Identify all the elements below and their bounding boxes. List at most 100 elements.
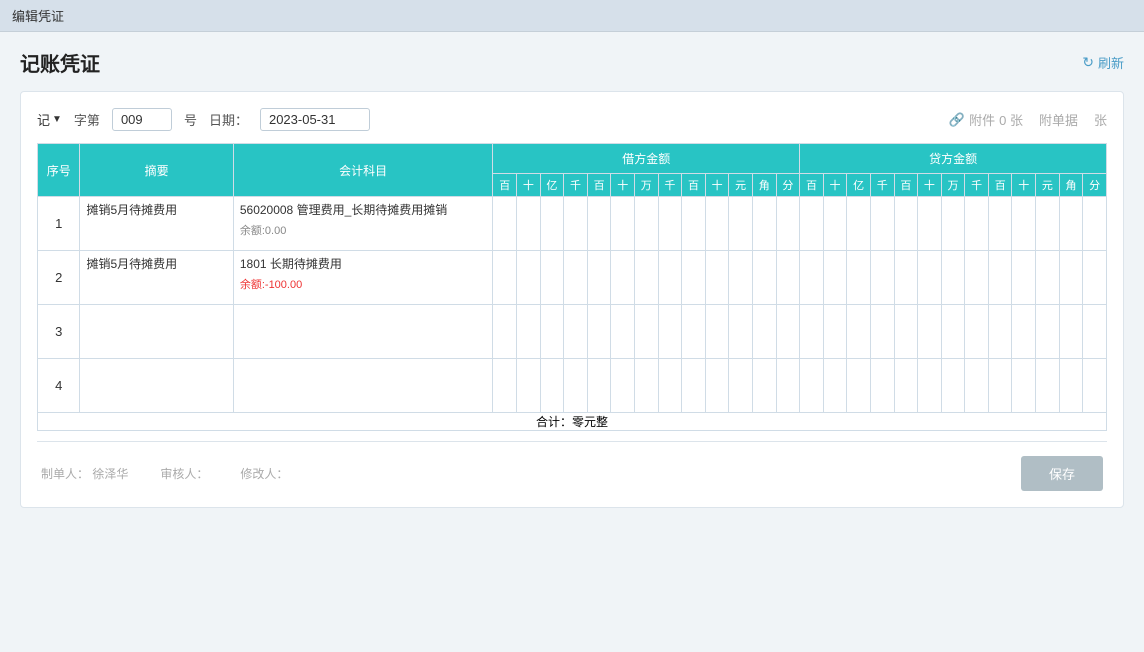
credit-digit-2-2[interactable] <box>847 305 871 359</box>
save-button[interactable]: 保存 <box>1021 456 1103 491</box>
debit-digit-2-0[interactable] <box>493 305 517 359</box>
credit-digit-2-10[interactable] <box>1036 305 1060 359</box>
credit-digit-1-4[interactable] <box>894 251 918 305</box>
credit-digit-2-1[interactable] <box>823 305 847 359</box>
debit-digit-2-12[interactable] <box>776 305 800 359</box>
debit-digit-0-5[interactable] <box>611 197 635 251</box>
debit-digit-3-4[interactable] <box>587 359 611 413</box>
credit-digit-0-1[interactable] <box>823 197 847 251</box>
cell-account-3[interactable] <box>233 359 493 413</box>
debit-digit-1-12[interactable] <box>776 251 800 305</box>
credit-digit-1-6[interactable] <box>941 251 965 305</box>
debit-digit-0-10[interactable] <box>729 197 753 251</box>
debit-digit-0-8[interactable] <box>682 197 706 251</box>
credit-digit-3-12[interactable] <box>1083 359 1107 413</box>
credit-digit-2-5[interactable] <box>918 305 942 359</box>
debit-digit-2-4[interactable] <box>587 305 611 359</box>
debit-digit-3-9[interactable] <box>705 359 729 413</box>
credit-digit-1-12[interactable] <box>1083 251 1107 305</box>
debit-digit-1-7[interactable] <box>658 251 682 305</box>
debit-digit-0-4[interactable] <box>587 197 611 251</box>
credit-digit-1-2[interactable] <box>847 251 871 305</box>
credit-digit-2-4[interactable] <box>894 305 918 359</box>
debit-digit-2-9[interactable] <box>705 305 729 359</box>
credit-digit-3-4[interactable] <box>894 359 918 413</box>
debit-digit-2-1[interactable] <box>517 305 541 359</box>
debit-digit-3-10[interactable] <box>729 359 753 413</box>
credit-digit-2-6[interactable] <box>941 305 965 359</box>
credit-digit-0-4[interactable] <box>894 197 918 251</box>
cell-account-2[interactable] <box>233 305 493 359</box>
credit-digit-0-12[interactable] <box>1083 197 1107 251</box>
debit-digit-3-0[interactable] <box>493 359 517 413</box>
credit-digit-0-7[interactable] <box>965 197 989 251</box>
credit-digit-2-7[interactable] <box>965 305 989 359</box>
cell-seq-3[interactable]: 4 <box>38 359 80 413</box>
cell-seq-2[interactable]: 3 <box>38 305 80 359</box>
credit-digit-2-11[interactable] <box>1059 305 1083 359</box>
debit-digit-3-12[interactable] <box>776 359 800 413</box>
credit-digit-0-9[interactable] <box>1012 197 1036 251</box>
debit-digit-2-11[interactable] <box>752 305 776 359</box>
refresh-button[interactable]: ↻ 刷新 <box>1082 53 1124 72</box>
voucher-type-selector[interactable]: 记 ▼ <box>37 110 62 129</box>
voucher-date-input[interactable] <box>260 108 370 131</box>
cell-account-0[interactable]: 56020008 管理费用_长期待摊费用摊销余额:0.00 <box>233 197 493 251</box>
debit-digit-1-8[interactable] <box>682 251 706 305</box>
credit-digit-3-11[interactable] <box>1059 359 1083 413</box>
credit-digit-3-7[interactable] <box>965 359 989 413</box>
credit-digit-0-0[interactable] <box>800 197 824 251</box>
debit-digit-2-2[interactable] <box>540 305 564 359</box>
debit-digit-2-6[interactable] <box>634 305 658 359</box>
debit-digit-0-6[interactable] <box>634 197 658 251</box>
debit-digit-0-0[interactable] <box>493 197 517 251</box>
debit-digit-2-5[interactable] <box>611 305 635 359</box>
cell-summary-1[interactable]: 摊销5月待摊费用 <box>80 251 233 305</box>
credit-digit-1-7[interactable] <box>965 251 989 305</box>
debit-digit-2-8[interactable] <box>682 305 706 359</box>
credit-digit-1-10[interactable] <box>1036 251 1060 305</box>
debit-digit-0-2[interactable] <box>540 197 564 251</box>
debit-digit-1-3[interactable] <box>564 251 588 305</box>
credit-digit-1-3[interactable] <box>870 251 894 305</box>
credit-digit-1-8[interactable] <box>988 251 1012 305</box>
debit-digit-3-2[interactable] <box>540 359 564 413</box>
debit-digit-3-6[interactable] <box>634 359 658 413</box>
debit-digit-0-1[interactable] <box>517 197 541 251</box>
credit-digit-1-5[interactable] <box>918 251 942 305</box>
debit-digit-1-9[interactable] <box>705 251 729 305</box>
credit-digit-0-3[interactable] <box>870 197 894 251</box>
cell-summary-2[interactable] <box>80 305 233 359</box>
debit-digit-2-3[interactable] <box>564 305 588 359</box>
debit-digit-1-2[interactable] <box>540 251 564 305</box>
credit-digit-3-10[interactable] <box>1036 359 1060 413</box>
cell-seq-1[interactable]: 2 <box>38 251 80 305</box>
credit-digit-3-3[interactable] <box>870 359 894 413</box>
credit-digit-3-6[interactable] <box>941 359 965 413</box>
credit-digit-0-8[interactable] <box>988 197 1012 251</box>
credit-digit-3-9[interactable] <box>1012 359 1036 413</box>
credit-digit-3-2[interactable] <box>847 359 871 413</box>
credit-digit-0-11[interactable] <box>1059 197 1083 251</box>
credit-digit-3-1[interactable] <box>823 359 847 413</box>
debit-digit-0-9[interactable] <box>705 197 729 251</box>
cell-summary-3[interactable] <box>80 359 233 413</box>
attach-link[interactable]: 🔗 附件 0 张 <box>949 110 1023 129</box>
credit-digit-0-5[interactable] <box>918 197 942 251</box>
debit-digit-1-6[interactable] <box>634 251 658 305</box>
debit-digit-3-11[interactable] <box>752 359 776 413</box>
debit-digit-1-10[interactable] <box>729 251 753 305</box>
credit-digit-1-0[interactable] <box>800 251 824 305</box>
debit-digit-3-7[interactable] <box>658 359 682 413</box>
credit-digit-3-0[interactable] <box>800 359 824 413</box>
cell-account-1[interactable]: 1801 长期待摊费用余额:-100.00 <box>233 251 493 305</box>
credit-digit-3-5[interactable] <box>918 359 942 413</box>
credit-digit-0-6[interactable] <box>941 197 965 251</box>
credit-digit-2-3[interactable] <box>870 305 894 359</box>
debit-digit-3-8[interactable] <box>682 359 706 413</box>
credit-digit-0-10[interactable] <box>1036 197 1060 251</box>
debit-digit-1-4[interactable] <box>587 251 611 305</box>
debit-digit-3-1[interactable] <box>517 359 541 413</box>
debit-digit-1-0[interactable] <box>493 251 517 305</box>
debit-digit-1-5[interactable] <box>611 251 635 305</box>
